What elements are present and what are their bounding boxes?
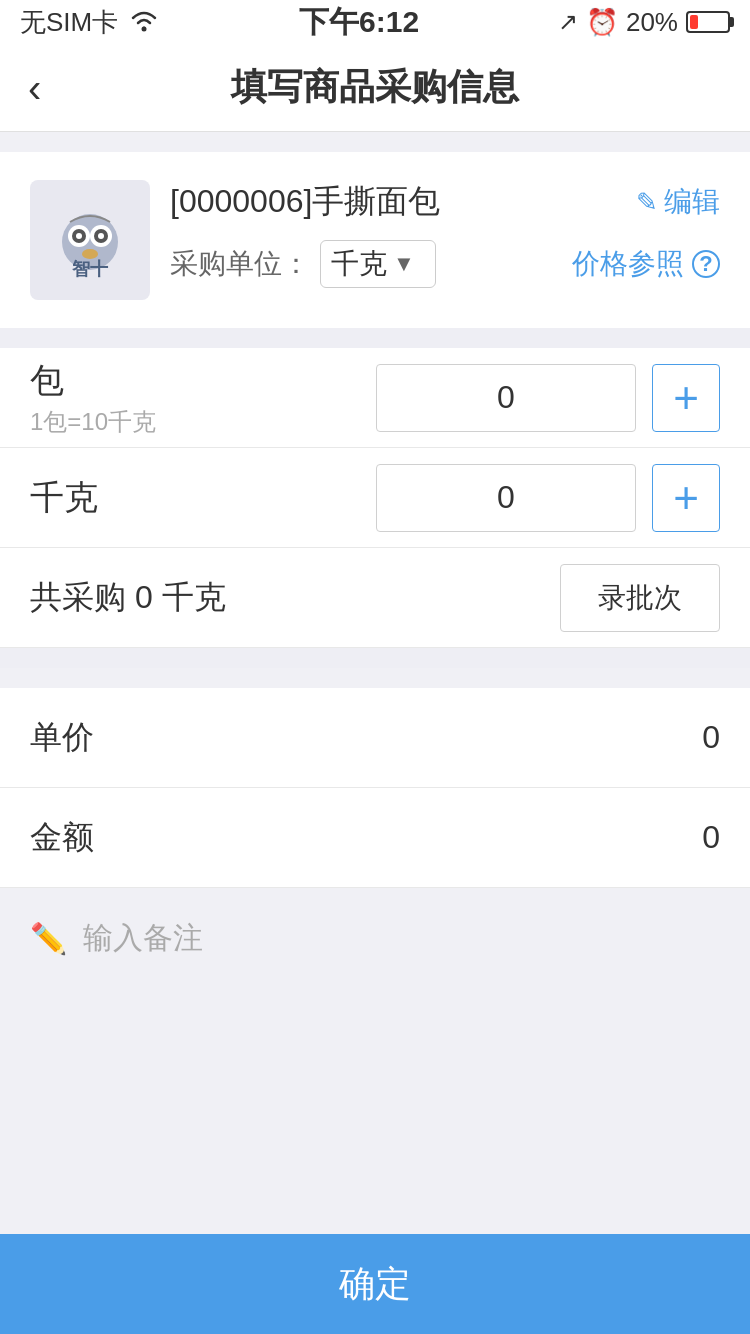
- amount-label: 金额: [30, 816, 94, 860]
- edit-label: 编辑: [664, 183, 720, 221]
- price-ref-button[interactable]: 价格参照 ?: [572, 245, 720, 283]
- kg-label: 千克: [30, 475, 170, 521]
- status-left: 无SIM卡: [20, 5, 160, 40]
- status-time: 下午6:12: [299, 2, 419, 43]
- unit-price-value: 0: [702, 719, 720, 756]
- svg-point-6: [76, 233, 82, 239]
- pencil-icon: ✏️: [30, 921, 67, 956]
- carrier-text: 无SIM卡: [20, 5, 118, 40]
- svg-point-8: [82, 249, 98, 259]
- price-section: 单价 0 金额 0: [0, 688, 750, 888]
- bao-number-input[interactable]: 0: [376, 364, 636, 432]
- amount-value: 0: [702, 819, 720, 856]
- summary-text: 共采购 0 千克: [30, 576, 226, 620]
- page-title: 填写商品采购信息: [231, 63, 519, 112]
- location-icon: ↗: [558, 8, 578, 36]
- kg-input-control: 0 +: [170, 464, 720, 532]
- bao-label-sub: 1包=10千克: [30, 406, 170, 438]
- product-name: [0000006]手撕面包: [170, 180, 440, 224]
- product-info: [0000006]手撕面包 ✎ 编辑 采购单位： 千克 ▼ 价格参照 ?: [170, 180, 720, 288]
- price-ref-label: 价格参照: [572, 245, 684, 283]
- product-top: 智十 [0000006]手撕面包 ✎ 编辑 采购单位： 千克 ▼: [30, 180, 720, 300]
- unit-price-row: 单价 0: [0, 688, 750, 788]
- battery-icon: [686, 11, 730, 33]
- nav-bar: ‹ 填写商品采购信息: [0, 44, 750, 132]
- bao-label: 包 1包=10千克: [30, 358, 170, 438]
- bao-input-row: 包 1包=10千克 0 +: [0, 348, 750, 448]
- kg-number-input[interactable]: 0: [376, 464, 636, 532]
- wifi-icon: [128, 6, 160, 39]
- edit-button[interactable]: ✎ 编辑: [636, 183, 720, 221]
- product-image: 智十: [30, 180, 150, 300]
- kg-input-row: 千克 0 +: [0, 448, 750, 548]
- summary-row: 共采购 0 千克 录批次: [0, 548, 750, 648]
- unit-label: 采购单位： 千克 ▼: [170, 240, 436, 288]
- kg-plus-button[interactable]: +: [652, 464, 720, 532]
- dropdown-arrow-icon: ▼: [393, 251, 415, 277]
- status-bar: 无SIM卡 下午6:12 ↗ ⏰ 20%: [0, 0, 750, 44]
- input-section: 包 1包=10千克 0 + 千克 0 + 共采购 0 千克 录批次: [0, 348, 750, 648]
- svg-text:智十: 智十: [71, 259, 109, 279]
- amount-row: 金额 0: [0, 788, 750, 888]
- unit-price-label: 单价: [30, 716, 94, 760]
- batch-button[interactable]: 录批次: [560, 564, 720, 632]
- battery-percent: 20%: [626, 7, 678, 38]
- unit-label-text: 采购单位：: [170, 245, 310, 283]
- unit-select[interactable]: 千克 ▼: [320, 240, 436, 288]
- svg-point-7: [98, 233, 104, 239]
- product-card: 智十 [0000006]手撕面包 ✎ 编辑 采购单位： 千克 ▼: [0, 152, 750, 328]
- notes-section[interactable]: ✏️ 输入备注: [0, 888, 750, 988]
- status-right: ↗ ⏰ 20%: [558, 7, 730, 38]
- notes-placeholder: 输入备注: [83, 918, 203, 959]
- info-icon: ?: [692, 250, 720, 278]
- bao-plus-button[interactable]: +: [652, 364, 720, 432]
- kg-label-main: 千克: [30, 475, 170, 521]
- svg-point-0: [142, 26, 147, 31]
- back-button[interactable]: ‹: [28, 68, 41, 108]
- section-divider-2: [0, 648, 750, 668]
- edit-icon: ✎: [636, 187, 658, 218]
- product-unit-row: 采购单位： 千克 ▼ 价格参照 ?: [170, 240, 720, 288]
- section-divider-1: [0, 328, 750, 348]
- unit-value: 千克: [331, 245, 387, 283]
- bao-input-control: 0 +: [170, 364, 720, 432]
- alarm-icon: ⏰: [586, 7, 618, 38]
- confirm-button[interactable]: 确定: [0, 1234, 750, 1334]
- product-name-row: [0000006]手撕面包 ✎ 编辑: [170, 180, 720, 224]
- bao-label-main: 包: [30, 358, 170, 404]
